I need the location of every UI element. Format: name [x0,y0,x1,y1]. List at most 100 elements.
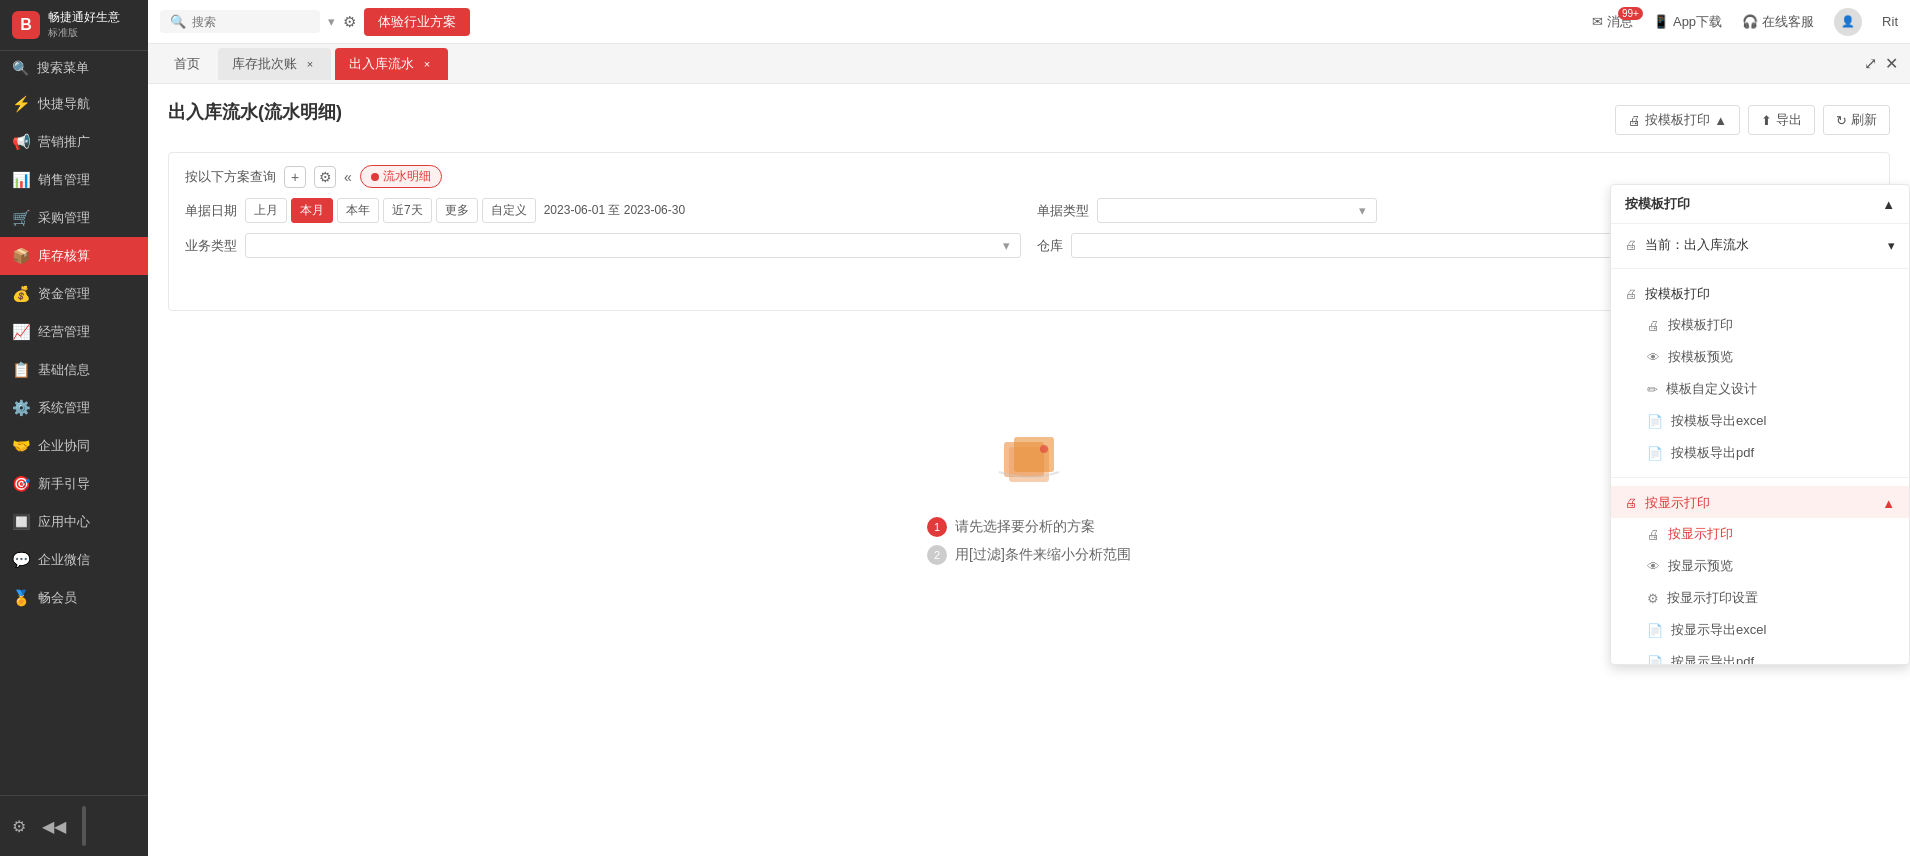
dp-template-custom-item[interactable]: ✏ 模板自定义设计 [1611,373,1909,405]
topbar-caret-icon[interactable]: ▾ [328,14,335,29]
template-print-button[interactable]: 🖨 按模板打印 ▲ [1615,105,1740,135]
sidebar-item-inventory[interactable]: 📦 库存核算 [0,237,148,275]
sidebar-item-label: 快捷导航 [38,95,90,113]
dp-template-section: 🖨 按模板打印 🖨 按模板打印 👁 按模板预览 ✏ 模板自定义设 [1611,273,1909,473]
filter-add-button[interactable]: + [284,166,306,188]
display-print-settings-icon: ⚙ [1647,591,1659,606]
refresh-icon: ↻ [1836,113,1847,128]
collapse-icon[interactable]: ◀◀ [42,817,66,836]
date-btn-custom[interactable]: 自定义 [482,198,536,223]
tab-inventory-batch[interactable]: 库存批次账 × [218,48,331,80]
dropdown-panel: 按模板打印 ▲ 🖨 当前：出入库流水 ▾ [1610,184,1910,665]
dp-header[interactable]: 按模板打印 ▲ [1611,185,1909,224]
dp-template-export-pdf-item[interactable]: 📄 按模板导出pdf [1611,437,1909,469]
display-print-icon-dp: 🖨 [1625,496,1637,510]
tab-home[interactable]: 首页 [160,48,214,80]
sidebar-item-purchase[interactable]: 🛒 采购管理 [0,199,148,237]
empty-steps: 1 请先选择要分析的方案 2 用[过滤]条件来缩小分析范围 [927,517,1131,573]
app-download-item[interactable]: 📱 App下载 [1653,13,1722,31]
sidebar-item-marketing[interactable]: 📢 营销推广 [0,123,148,161]
dp-display-export-excel-item[interactable]: 📄 按显示导出excel [1611,614,1909,646]
user-name: Rit [1882,14,1898,29]
date-btn-this-year[interactable]: 本年 [337,198,379,223]
headset-icon: 🎧 [1742,14,1758,29]
message-badge: 99+ [1618,7,1643,20]
dp-current-label: 当前：出入库流水 [1645,236,1749,254]
export-button[interactable]: ⬆ 导出 [1748,105,1815,135]
search-icon: 🔍 [170,14,186,29]
topbar-search-area[interactable]: 🔍 [160,10,320,33]
refresh-label: 刷新 [1851,111,1877,129]
sidebar-item-system[interactable]: ⚙️ 系统管理 [0,389,148,427]
tab-inventory-batch-close[interactable]: × [303,57,317,71]
online-service-item[interactable]: 🎧 在线客服 [1742,13,1814,31]
template-print-icon-dp: 🖨 [1625,287,1637,301]
online-service-label: 在线客服 [1762,13,1814,31]
dp-display-export-pdf-item[interactable]: 📄 按显示导出pdf [1611,646,1909,664]
dp-display-header[interactable]: 🖨 按显示打印 ▲ [1611,486,1909,518]
template-print-label: 按模板打印 [1645,111,1710,129]
svg-rect-2 [1014,437,1054,472]
topbar-gear-icon[interactable]: ⚙ [343,13,356,31]
tab-close-all-icon[interactable]: ✕ [1885,54,1898,73]
main-area: 🔍 ▾ ⚙ 体验行业方案 ✉ 消息 99+ 📱 App下载 🎧 在线客服 👤 [148,0,1910,856]
dp-title: 按模板打印 [1625,195,1690,213]
date-btn-more[interactable]: 更多 [436,198,478,223]
sidebar-item-label: 经营管理 [38,323,90,341]
app-download-icon: 📱 [1653,14,1669,29]
filter-field-date: 单据日期 上月 本月 本年 近7天 更多 自定义 2023-06-01 至 20… [185,198,1021,223]
biz-type-chevron: ▾ [1003,238,1010,253]
sidebar-item-corp-wechat[interactable]: 💬 企业微信 [0,541,148,579]
sidebar-search[interactable]: 🔍 搜索菜单 [0,51,148,85]
sidebar-item-app-center[interactable]: 🔲 应用中心 [0,503,148,541]
dp-template-header[interactable]: 🖨 按模板打印 [1611,277,1909,309]
logo-text-area: 畅捷通好生意 标准版 [48,10,120,40]
dp-template-preview-item[interactable]: 👁 按模板预览 [1611,341,1909,373]
sidebar-item-label: 销售管理 [38,171,90,189]
dp-template-preview-label: 按模板预览 [1668,348,1733,366]
sidebar-item-cooperation[interactable]: 🤝 企业协同 [0,427,148,465]
settings-bottom-icon[interactable]: ⚙ [12,817,26,836]
tab-maximize-icon[interactable]: ⤢ [1864,54,1877,73]
message-item[interactable]: ✉ 消息 99+ [1592,13,1633,31]
dp-template-export-pdf-label: 按模板导出pdf [1671,444,1754,462]
filter-settings-button[interactable]: ⚙ [314,166,336,188]
dp-current-header[interactable]: 🖨 当前：出入库流水 ▾ [1611,228,1909,260]
refresh-button[interactable]: ↻ 刷新 [1823,105,1890,135]
sidebar-item-basic-info[interactable]: 📋 基础信息 [0,351,148,389]
tab-inventory-flow-close[interactable]: × [420,57,434,71]
dp-display-print-item[interactable]: 🖨 按显示打印 [1611,518,1909,550]
export-pdf-icon: 📄 [1647,446,1663,461]
sidebar-nav: ⚡ 快捷导航 📢 营销推广 📊 销售管理 🛒 采购管理 📦 库存核算 💰 资金管… [0,85,148,795]
sidebar-item-finance[interactable]: 💰 资金管理 [0,275,148,313]
filter-active-tag[interactable]: 流水明细 [360,165,442,188]
voucher-type-select[interactable]: ▾ [1097,198,1377,223]
sidebar-item-operation[interactable]: 📈 经营管理 [0,313,148,351]
template-custom-icon: ✏ [1647,382,1658,397]
page-actions: 🖨 按模板打印 ▲ ⬆ 导出 ↻ 刷新 [1615,105,1890,135]
dp-display-preview-item[interactable]: 👁 按显示预览 [1611,550,1909,582]
user-avatar[interactable]: 👤 [1834,8,1862,36]
logo-version: 标准版 [48,26,120,40]
biz-type-select[interactable]: ▾ [245,233,1021,258]
sidebar: B 畅捷通好生意 标准版 🔍 搜索菜单 ⚡ 快捷导航 📢 营销推广 📊 销售管理… [0,0,148,856]
dp-template-print-item[interactable]: 🖨 按模板打印 [1611,309,1909,341]
date-btn-this-month[interactable]: 本月 [291,198,333,223]
trial-button[interactable]: 体验行业方案 [364,8,470,36]
print-icon: 🖨 [1628,113,1641,128]
date-btn-7days[interactable]: 近7天 [383,198,432,223]
dp-display-export-pdf-label: 按显示导出pdf [1671,653,1754,664]
sidebar-item-quick-nav[interactable]: ⚡ 快捷导航 [0,85,148,123]
date-btn-last-month[interactable]: 上月 [245,198,287,223]
dp-template-export-excel-item[interactable]: 📄 按模板导出excel [1611,405,1909,437]
sidebar-item-guide[interactable]: 🎯 新手引导 [0,465,148,503]
quick-nav-icon: ⚡ [12,95,30,113]
filter-collapse-icon[interactable]: « [344,169,352,185]
tab-inventory-flow[interactable]: 出入库流水 × [335,48,448,80]
topbar-search-input[interactable] [192,15,292,29]
sidebar-item-membership[interactable]: 🏅 畅会员 [0,579,148,617]
sidebar-item-sales[interactable]: 📊 销售管理 [0,161,148,199]
dp-display-print-settings-item[interactable]: ⚙ 按显示打印设置 [1611,582,1909,614]
step-num-2: 2 [927,545,947,565]
warehouse-label: 仓库 [1037,237,1063,255]
